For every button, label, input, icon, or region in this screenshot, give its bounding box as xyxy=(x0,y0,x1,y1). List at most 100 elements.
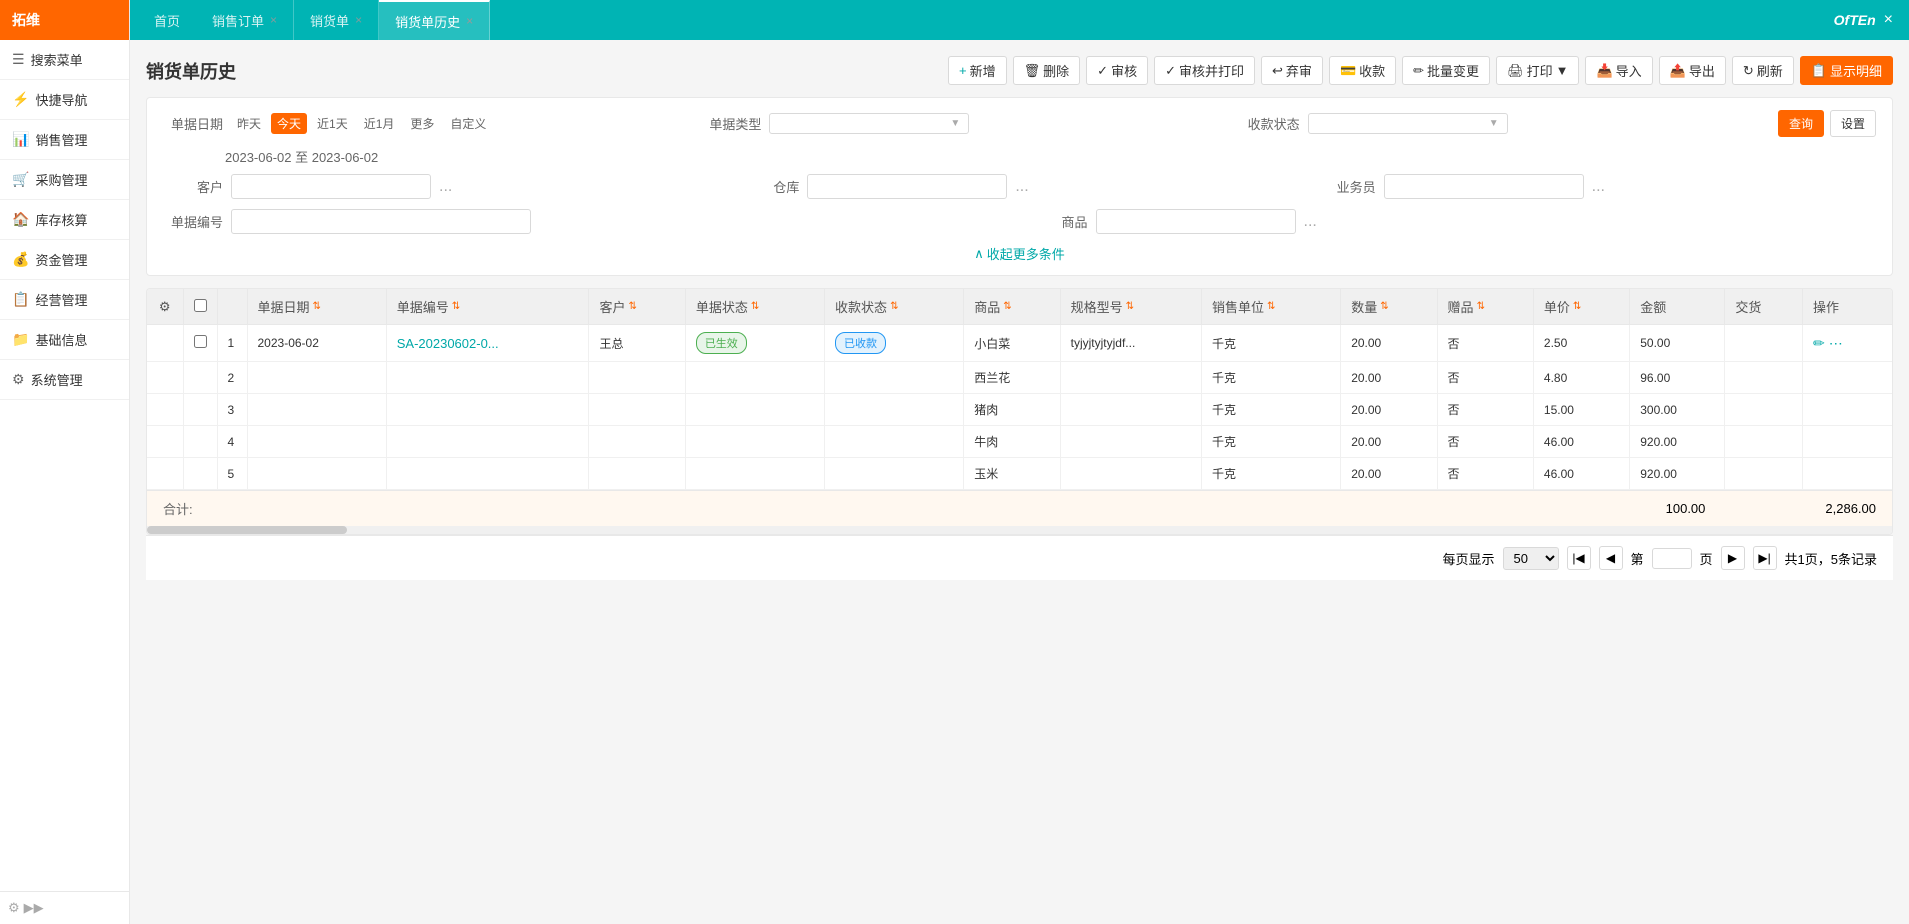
pay-status-select[interactable]: ▼ xyxy=(1308,113,1508,134)
th-goods[interactable]: 商品 ⇅ xyxy=(964,289,1060,325)
th-customer-label: 客户 xyxy=(599,297,625,316)
query-button[interactable]: 查询 xyxy=(1778,110,1824,137)
row-gift: 否 xyxy=(1437,325,1533,362)
print-button[interactable]: 🖨 打印 ▼ xyxy=(1496,56,1579,85)
audit-button[interactable]: ✓ 审核 xyxy=(1086,56,1148,85)
tab-sales-order-close[interactable]: × xyxy=(270,13,277,27)
delete-button[interactable]: 🗑 删除 xyxy=(1013,56,1081,85)
sort-qty-icon[interactable]: ⇅ xyxy=(1380,301,1388,312)
goods-dots[interactable]: ... xyxy=(1304,213,1317,231)
export-button[interactable]: 📤 导出 xyxy=(1659,56,1726,85)
table-scroll-thumb[interactable] xyxy=(147,526,347,534)
docno-input[interactable] xyxy=(231,209,531,234)
date-opt-yesterday[interactable]: 昨天 xyxy=(231,113,267,134)
th-date[interactable]: 单据日期 ⇅ xyxy=(247,289,386,325)
sidebar-item-quick-nav[interactable]: ⚡ 快捷导航 xyxy=(0,80,129,120)
row-check-cell[interactable] xyxy=(183,362,217,394)
page-number-input[interactable]: 1 xyxy=(1652,548,1692,569)
th-unit[interactable]: 销售单位 ⇅ xyxy=(1201,289,1340,325)
row-check-cell[interactable] xyxy=(183,426,217,458)
tab-sales-goods-close[interactable]: × xyxy=(355,13,362,27)
sidebar-item-finance[interactable]: 💰 资金管理 xyxy=(0,240,129,280)
tab-home[interactable]: 首页 xyxy=(138,0,196,40)
customer-dots[interactable]: ... xyxy=(439,178,452,196)
add-button[interactable]: + 新增 xyxy=(948,56,1007,85)
row-more-btn[interactable]: ⋯ xyxy=(1829,335,1843,351)
show-detail-button[interactable]: 📋 显示明细 xyxy=(1800,56,1893,85)
row-checkbox[interactable] xyxy=(194,335,207,348)
th-spec[interactable]: 规格型号 ⇅ xyxy=(1060,289,1201,325)
next-page-btn[interactable]: ▶ xyxy=(1721,546,1745,570)
per-page-select[interactable]: 20 50 100 200 xyxy=(1503,547,1559,570)
salesperson-input[interactable] xyxy=(1384,174,1584,199)
sidebar-item-sales-mgmt[interactable]: 📊 销售管理 xyxy=(0,120,129,160)
date-opt-more[interactable]: 更多 xyxy=(404,113,440,134)
th-check[interactable] xyxy=(183,289,217,325)
sidebar-collapse-icon[interactable]: ▶▶ xyxy=(24,900,44,916)
row-doc-no-link[interactable]: SA-20230602-0... xyxy=(397,336,499,351)
abandon-button[interactable]: ↩ 弃审 xyxy=(1261,56,1323,85)
sort-gift-icon[interactable]: ⇅ xyxy=(1477,301,1485,312)
th-gift[interactable]: 赠品 ⇅ xyxy=(1437,289,1533,325)
tab-sales-history[interactable]: 销货单历史 × xyxy=(379,0,490,40)
batch-change-button[interactable]: ✏ 批量变更 xyxy=(1402,56,1490,85)
sidebar-item-sys-mgmt[interactable]: ⚙ 系统管理 xyxy=(0,360,129,400)
sort-goods-icon[interactable]: ⇅ xyxy=(1003,301,1011,312)
date-opt-today[interactable]: 今天 xyxy=(271,113,307,134)
th-qty[interactable]: 数量 ⇅ xyxy=(1341,289,1437,325)
table-scroll-bar[interactable] xyxy=(147,526,1892,534)
doc-type-select[interactable]: ▼ xyxy=(769,113,969,134)
first-page-btn[interactable]: |◀ xyxy=(1567,546,1591,570)
warehouse-input[interactable] xyxy=(807,174,1007,199)
tab-sales-goods[interactable]: 销货单 × xyxy=(294,0,379,40)
date-opt-last7[interactable]: 近1天 xyxy=(311,113,354,134)
pay-status-dropdown-arrow: ▼ xyxy=(1489,118,1499,129)
sidebar-item-operations[interactable]: 📋 经营管理 xyxy=(0,280,129,320)
refresh-button[interactable]: ↻ 刷新 xyxy=(1732,56,1794,85)
date-opt-custom[interactable]: 自定义 xyxy=(444,113,492,134)
window-close-btn[interactable]: × xyxy=(1884,11,1893,29)
collect-button[interactable]: 💳 收款 xyxy=(1329,56,1396,85)
prev-page-btn[interactable]: ◀ xyxy=(1599,546,1623,570)
sidebar-item-base-info[interactable]: 📁 基础信息 xyxy=(0,320,129,360)
sort-date-icon[interactable]: ⇅ xyxy=(313,301,321,312)
finance-icon: 💰 xyxy=(12,251,29,268)
customer-input[interactable] xyxy=(231,174,431,199)
audit-print-button[interactable]: ✓ 审核并打印 xyxy=(1154,56,1255,85)
th-customer[interactable]: 客户 ⇅ xyxy=(589,289,685,325)
sort-docno-icon[interactable]: ⇅ xyxy=(452,301,460,312)
th-docno[interactable]: 单据编号 ⇅ xyxy=(386,289,589,325)
row-check-cell[interactable] xyxy=(183,325,217,362)
settings-filter-button[interactable]: 设置 xyxy=(1830,110,1876,137)
sidebar-item-search-menu[interactable]: ☰ 搜索菜单 xyxy=(0,40,129,80)
sort-customer-icon[interactable]: ⇅ xyxy=(628,301,636,312)
row-check-cell[interactable] xyxy=(183,394,217,426)
row-doc-status xyxy=(685,458,824,490)
warehouse-dots[interactable]: ... xyxy=(1015,178,1028,196)
sort-unit-icon[interactable]: ⇅ xyxy=(1267,301,1275,312)
row-customer xyxy=(589,394,685,426)
row-check-cell[interactable] xyxy=(183,458,217,490)
salesperson-dots[interactable]: ... xyxy=(1592,178,1605,196)
th-price[interactable]: 单价 ⇅ xyxy=(1533,289,1629,325)
select-all-checkbox[interactable] xyxy=(194,299,207,312)
sidebar-settings-icon[interactable]: ⚙ xyxy=(8,900,20,916)
sidebar-item-purchase-mgmt[interactable]: 🛒 采购管理 xyxy=(0,160,129,200)
last-page-btn[interactable]: ▶| xyxy=(1753,546,1777,570)
tab-sales-order[interactable]: 销售订单 × xyxy=(196,0,294,40)
th-pay-status[interactable]: 收款状态 ⇅ xyxy=(825,289,964,325)
row-gift: 否 xyxy=(1437,362,1533,394)
date-opt-last30[interactable]: 近1月 xyxy=(358,113,401,134)
sort-docstatus-icon[interactable]: ⇅ xyxy=(751,301,759,312)
goods-input[interactable] xyxy=(1096,209,1296,234)
tab-sales-history-close[interactable]: × xyxy=(466,14,473,28)
row-edit-btn[interactable]: ✏ xyxy=(1813,335,1825,351)
sort-price-icon[interactable]: ⇅ xyxy=(1573,301,1581,312)
collapse-button[interactable]: ∧ 收起更多条件 xyxy=(974,244,1065,263)
sidebar-item-inventory[interactable]: 🏠 库存核算 xyxy=(0,200,129,240)
th-doc-status[interactable]: 单据状态 ⇅ xyxy=(685,289,824,325)
import-button[interactable]: 📥 导入 xyxy=(1585,56,1652,85)
sort-paystatus-icon[interactable]: ⇅ xyxy=(890,301,898,312)
sort-spec-icon[interactable]: ⇅ xyxy=(1126,301,1134,312)
th-gear[interactable]: ⚙ xyxy=(147,289,183,325)
